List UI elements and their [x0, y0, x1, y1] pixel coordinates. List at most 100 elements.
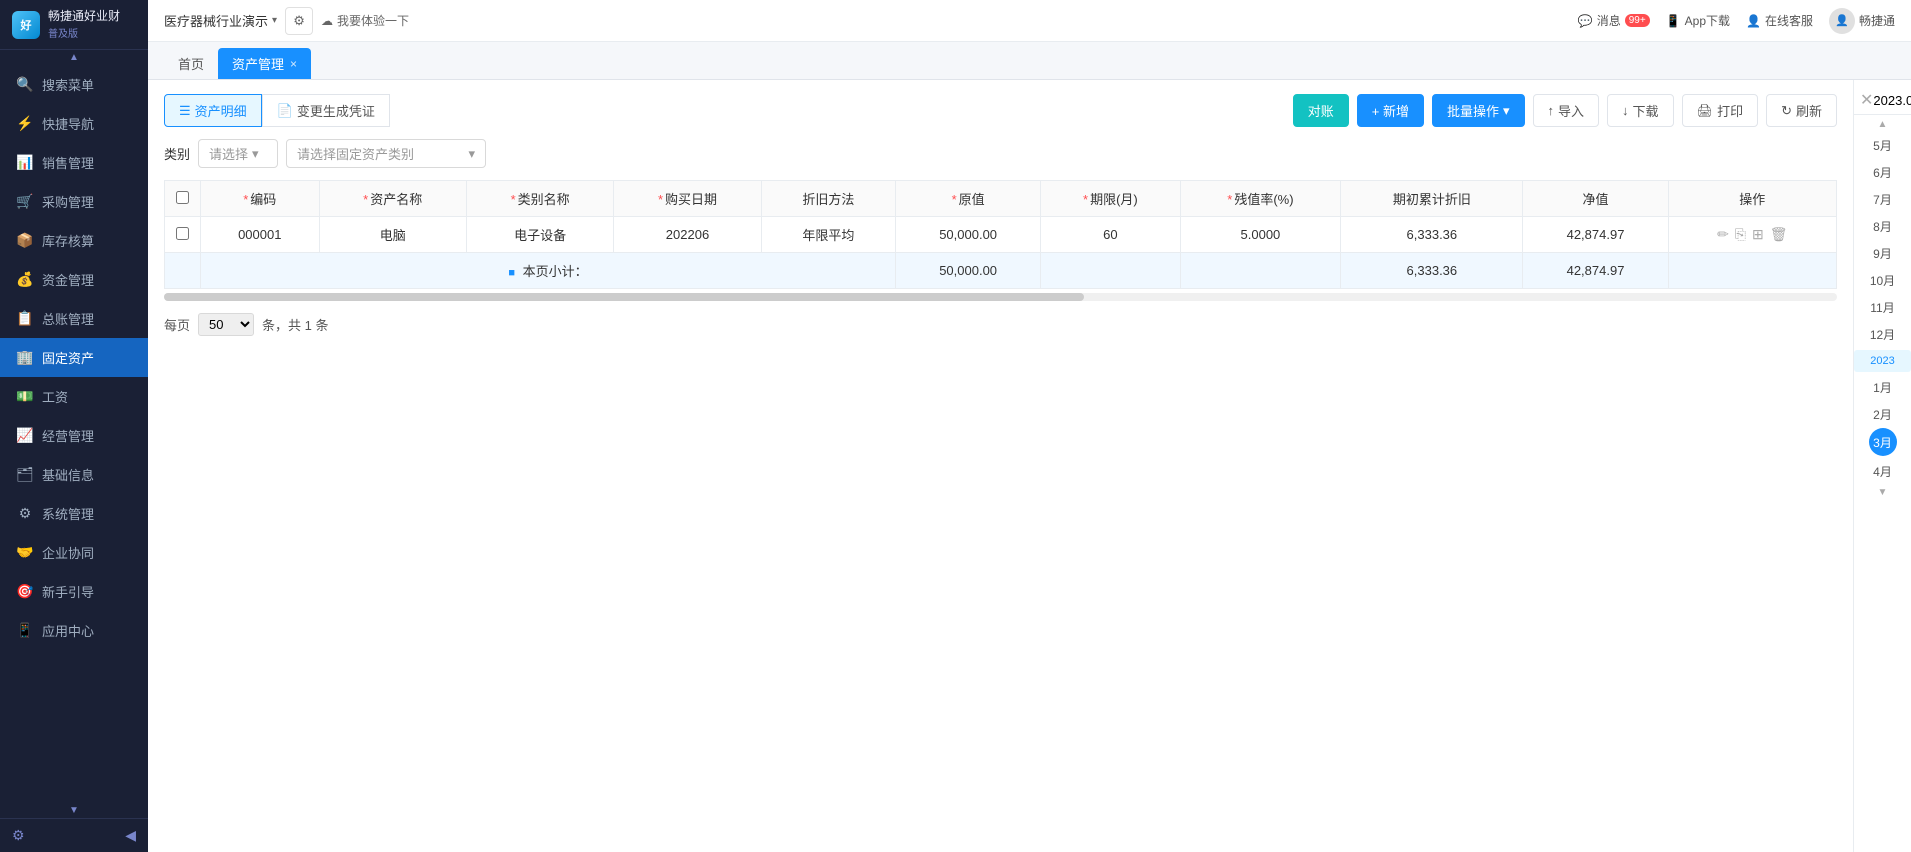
sidebar-item-label: 采购管理	[42, 192, 94, 211]
sidebar-item-search[interactable]: 🔍 搜索菜单	[0, 65, 148, 104]
row-checkbox[interactable]	[176, 227, 189, 240]
sidebar-item-label: 固定资产	[42, 348, 94, 367]
user-menu[interactable]: 👤 畅捷通	[1829, 8, 1895, 34]
date-panel-close-icon[interactable]: ✕	[1860, 90, 1873, 110]
date-month-1[interactable]: 1月	[1854, 374, 1911, 401]
message-button[interactable]: 💬 消息 99+	[1578, 12, 1650, 29]
tab-home[interactable]: 首页	[164, 48, 218, 79]
subtotal-label-cell: ■ 本页小计：	[201, 253, 896, 289]
subtotal-checkbox-cell	[165, 253, 201, 289]
main-content: 医疗器械行业演示 ▾ ⚙ ☁ 我要体验一下 💬 消息 99+ 📱 App下载	[148, 0, 1911, 852]
edit-icon[interactable]: ✏	[1717, 226, 1729, 243]
app-download-button[interactable]: 📱 App下载	[1666, 12, 1730, 29]
sidebar-item-label: 基础信息	[42, 465, 94, 484]
sidebar-item-quick-nav[interactable]: ⚡ 快捷导航	[0, 104, 148, 143]
date-month-5[interactable]: 5月	[1854, 132, 1911, 159]
experience-button[interactable]: ☁ 我要体验一下	[321, 12, 409, 29]
avatar: 👤	[1829, 8, 1855, 34]
tab-close-icon[interactable]: ×	[290, 57, 297, 71]
header-settings-button[interactable]: ⚙	[285, 7, 313, 35]
company-chevron-icon: ▾	[272, 15, 277, 26]
per-page-select[interactable]: 50 10 20 100	[198, 313, 254, 336]
sidebar-item-system[interactable]: ⚙ 系统管理	[0, 494, 148, 533]
horizontal-scrollbar[interactable]	[164, 293, 1837, 301]
date-month-7[interactable]: 7月	[1854, 186, 1911, 213]
header-left: 医疗器械行业演示 ▾ ⚙ ☁ 我要体验一下	[164, 7, 409, 35]
user-name: 畅捷通	[1859, 12, 1895, 29]
sidebar-item-inventory[interactable]: 📦 库存核算	[0, 221, 148, 260]
date-months-after: 1月 2月 3月 4月	[1854, 374, 1911, 485]
download-icon: ↓	[1622, 103, 1629, 118]
date-month-6[interactable]: 6月	[1854, 159, 1911, 186]
sidebar-item-label: 应用中心	[42, 621, 94, 640]
date-month-10[interactable]: 10月	[1854, 267, 1911, 294]
ledger-icon: 📋	[16, 310, 34, 328]
delete-icon[interactable]: 🗑	[1770, 226, 1788, 243]
date-month-11[interactable]: 11月	[1854, 294, 1911, 321]
app-download-label: App下载	[1685, 12, 1730, 29]
table-header-checkbox	[165, 181, 201, 217]
sidebar-item-label: 总账管理	[42, 309, 94, 328]
sidebar-item-sales[interactable]: 📊 销售管理	[0, 143, 148, 182]
sidebar-item-label: 新手引导	[42, 582, 94, 601]
sidebar-item-business[interactable]: 📈 经营管理	[0, 416, 148, 455]
import-button[interactable]: ↑ 导入	[1533, 94, 1600, 127]
tab-change-voucher-label: 变更生成凭证	[297, 101, 375, 120]
sidebar-item-enterprise[interactable]: 🤝 企业协同	[0, 533, 148, 572]
sidebar-item-label: 销售管理	[42, 153, 94, 172]
date-month-8[interactable]: 8月	[1854, 213, 1911, 240]
download-label: 下载	[1633, 101, 1659, 120]
select-all-checkbox[interactable]	[176, 191, 189, 204]
experience-label: 我要体验一下	[337, 12, 409, 29]
sidebar-item-guide[interactable]: 🎯 新手引导	[0, 572, 148, 611]
sidebar-item-purchase[interactable]: 🛒 采购管理	[0, 182, 148, 221]
batch-button[interactable]: 批量操作 ▾	[1432, 94, 1525, 127]
new-button[interactable]: + 新增	[1357, 94, 1424, 127]
sidebar-item-app-center[interactable]: 📱 应用中心	[0, 611, 148, 650]
sidebar-item-fixed-assets[interactable]: 🏢 固定资产	[0, 338, 148, 377]
sidebar-bottom: ⚙ ◀	[0, 818, 148, 852]
table-header-period: *期限(月)	[1041, 181, 1180, 217]
tab-asset-management[interactable]: 资产管理 ×	[218, 48, 311, 79]
account-button[interactable]: 对账	[1293, 94, 1349, 127]
more-icon[interactable]: ⊞	[1752, 226, 1764, 243]
table-row: 000001 电脑 电子设备 202206 年限平均 50,000.00 60 …	[165, 217, 1837, 253]
tab-change-voucher-button[interactable]: 📄 变更生成凭证	[262, 94, 390, 127]
company-selector[interactable]: 医疗器械行业演示 ▾	[164, 11, 277, 30]
filter-category-select[interactable]: 请选择固定资产类别 ▾	[286, 139, 486, 168]
tab-active-label: 资产管理	[232, 54, 284, 73]
download-button[interactable]: ↓ 下载	[1607, 94, 1674, 127]
account-label: 对账	[1308, 101, 1334, 120]
date-month-3-active[interactable]: 3月	[1869, 428, 1897, 456]
print-button[interactable]: 🖨 打印	[1682, 94, 1759, 127]
date-month-2[interactable]: 2月	[1854, 401, 1911, 428]
date-month-12[interactable]: 12月	[1854, 321, 1911, 348]
online-service-label: 在线客服	[1765, 12, 1813, 29]
date-panel-up-icon[interactable]: ▲	[1876, 117, 1890, 132]
collapse-icon[interactable]: ◀	[125, 827, 136, 844]
subtotal-operation-cell	[1668, 253, 1836, 289]
inventory-icon: 📦	[16, 232, 34, 250]
search-icon: 🔍	[16, 76, 34, 94]
per-page-label: 每页	[164, 315, 190, 334]
online-service-button[interactable]: 👤 在线客服	[1746, 12, 1813, 29]
copy-icon[interactable]: ⎘	[1735, 226, 1746, 243]
sidebar-scroll-up[interactable]: ▲	[0, 50, 148, 65]
refresh-button[interactable]: ↻ 刷新	[1766, 94, 1837, 127]
sidebar-item-base-info[interactable]: 🗂 基础信息	[0, 455, 148, 494]
sidebar-item-label: 搜索菜单	[42, 75, 94, 94]
date-month-4[interactable]: 4月	[1854, 458, 1911, 485]
row-original-value: 50,000.00	[896, 217, 1041, 253]
date-month-9[interactable]: 9月	[1854, 240, 1911, 267]
date-panel-down-icon[interactable]: ▼	[1876, 485, 1890, 500]
sidebar-item-ledger[interactable]: 📋 总账管理	[0, 299, 148, 338]
base-info-icon: 🗂	[16, 466, 34, 484]
tab-asset-detail-button[interactable]: ☰ 资产明细	[164, 94, 262, 127]
sidebar-item-payroll[interactable]: 💵 工资	[0, 377, 148, 416]
table-header-category: *类别名称	[466, 181, 613, 217]
filter-category-type[interactable]: 请选择 ▾	[198, 139, 278, 168]
message-icon: 💬	[1578, 14, 1593, 28]
sidebar-item-funds[interactable]: 💰 资金管理	[0, 260, 148, 299]
settings-icon[interactable]: ⚙	[12, 827, 25, 844]
sidebar-scroll-down[interactable]: ▼	[0, 803, 148, 818]
